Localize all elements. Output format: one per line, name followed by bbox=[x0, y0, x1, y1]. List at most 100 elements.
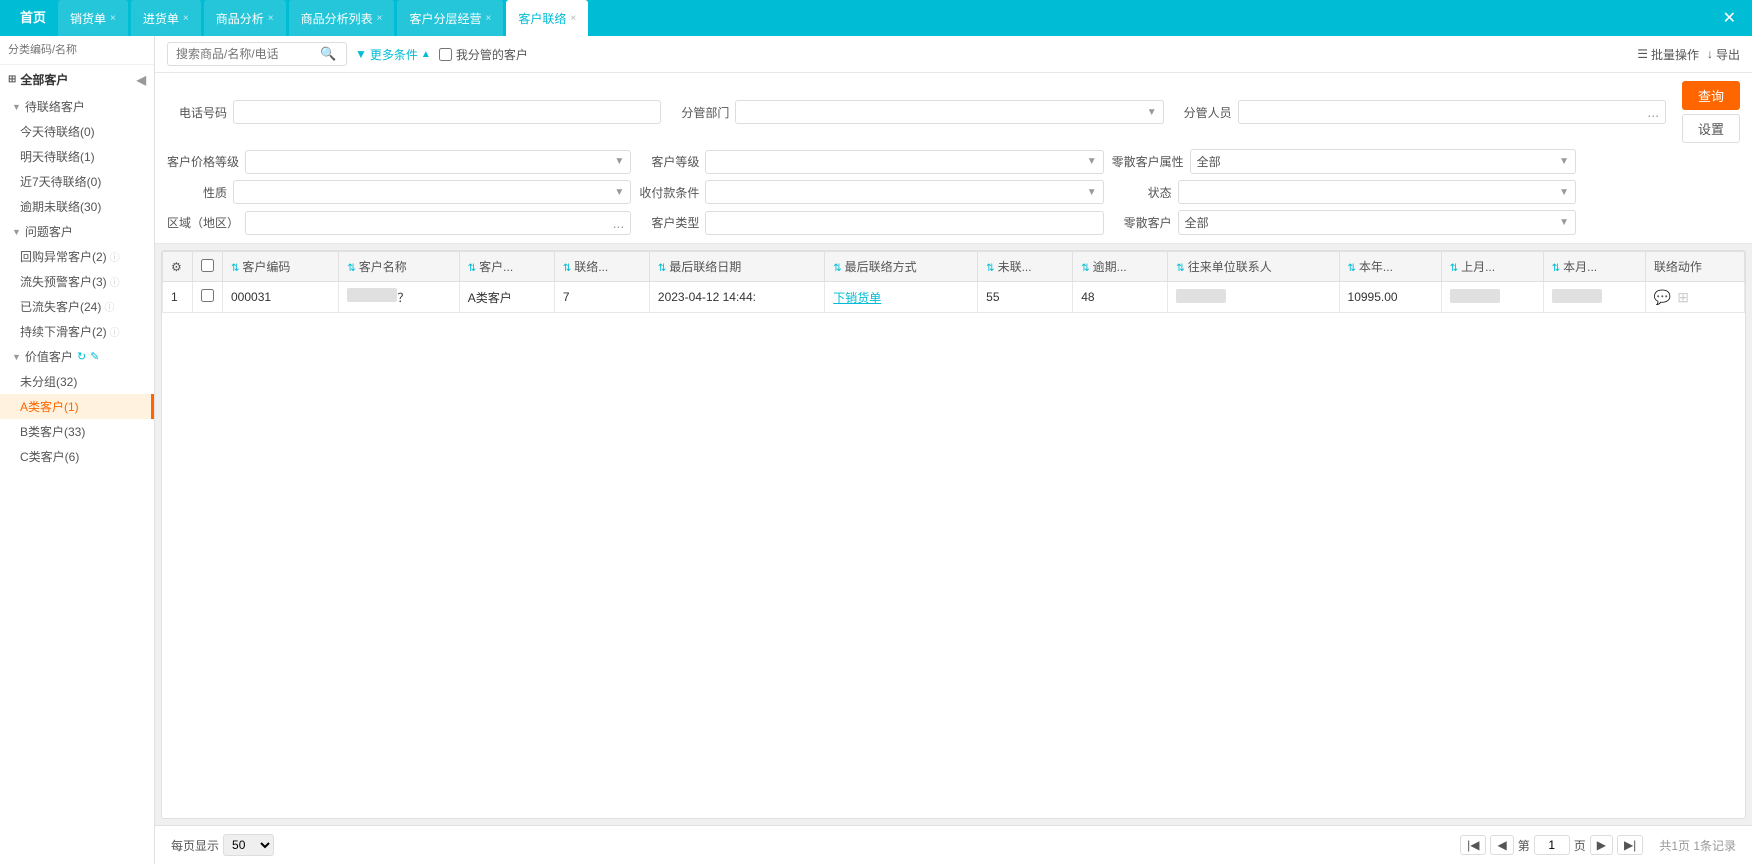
group-value-refresh[interactable]: ↻ bbox=[77, 350, 86, 363]
th-gear[interactable]: ⚙ bbox=[163, 252, 193, 282]
pagination-bar: 每页显示 20 50 100 |◀ ◀ 第 页 ▶ ▶| 共1页 1条记录 bbox=[155, 825, 1752, 864]
th-last-date: ⇅最后联络日期 bbox=[649, 252, 824, 282]
unit-contact-blur bbox=[1176, 289, 1226, 303]
sidebar-item-lostwarning-label: 流失预警客户(3) bbox=[20, 273, 107, 290]
row-checkbox[interactable] bbox=[201, 289, 214, 302]
tab-customer-tier-close[interactable]: × bbox=[485, 13, 491, 24]
sort-type-icon[interactable]: ⇅ bbox=[468, 263, 476, 274]
group-waiting-label[interactable]: ▼ 待联络客户 bbox=[0, 94, 154, 119]
sidebar-item-c-class[interactable]: C类客户(6) bbox=[0, 444, 154, 469]
filter-staff-select[interactable]: ... bbox=[1238, 100, 1666, 124]
td-checkbox[interactable] bbox=[193, 282, 223, 313]
window-close-button[interactable]: ✕ bbox=[1715, 8, 1744, 28]
filter-price-level-label: 客户价格等级 bbox=[167, 153, 239, 170]
next-page-button[interactable]: ▶ bbox=[1590, 835, 1613, 855]
sidebar-item-tomorrow[interactable]: 明天待联络(1) bbox=[0, 144, 154, 169]
chat-icon[interactable]: 💬 bbox=[1654, 289, 1671, 306]
filter-search-icon[interactable]: 🔍 bbox=[320, 46, 336, 62]
sort-overdue-icon[interactable]: ⇅ bbox=[1081, 263, 1089, 274]
sort-code-icon[interactable]: ⇅ bbox=[231, 263, 239, 274]
group-value-label[interactable]: ▼ 价值客户 ↻ ✎ bbox=[0, 344, 154, 369]
tab-customer-contact-close[interactable]: × bbox=[570, 13, 576, 24]
name-blur bbox=[347, 288, 397, 302]
tab-sales[interactable]: 销货单 × bbox=[58, 0, 128, 36]
filter-region-select[interactable]: ... bbox=[245, 211, 631, 235]
sidebar: 🔍 ⊞ 全部客户 ◀ ▼ 待联络客户 今天待联络(0) 明天待联络(1) 近7天… bbox=[0, 36, 155, 864]
my-customers-checkbox-label[interactable]: 我分管的客户 bbox=[439, 46, 528, 63]
th-checkbox[interactable] bbox=[193, 252, 223, 282]
sort-unit-contact-icon[interactable]: ⇅ bbox=[1176, 263, 1184, 274]
group-problem-label[interactable]: ▼ 问题客户 bbox=[0, 219, 154, 244]
filter-retail-attr-select[interactable]: 全部 ▼ bbox=[1190, 149, 1576, 174]
sort-last-date-icon[interactable]: ⇅ bbox=[658, 263, 666, 274]
tab-product-analysis-list-close[interactable]: × bbox=[377, 13, 383, 24]
td-this-month bbox=[1543, 282, 1645, 313]
filter-funnel-icon: ▼ bbox=[355, 47, 367, 61]
page-size-select[interactable]: 20 50 100 bbox=[223, 834, 274, 856]
sidebar-item-declining[interactable]: 持续下滑客户(2) ⓘ bbox=[0, 319, 154, 344]
filter-payment-select[interactable]: ▼ bbox=[705, 180, 1103, 204]
filter-price-level-select[interactable]: ▼ bbox=[245, 150, 631, 174]
tab-purchase[interactable]: 进货单 × bbox=[131, 0, 201, 36]
sort-contact-icon[interactable]: ⇅ bbox=[563, 263, 571, 274]
sidebar-item-a-class[interactable]: A类客户(1) bbox=[0, 394, 154, 419]
sidebar-item-overdue[interactable]: 逾期未联络(30) bbox=[0, 194, 154, 219]
filter-nature-select[interactable]: ▼ bbox=[233, 180, 631, 204]
tab-product-analysis-list[interactable]: 商品分析列表 × bbox=[289, 0, 395, 36]
sidebar-item-lost[interactable]: 已流失客户(24) ⓘ bbox=[0, 294, 154, 319]
tab-sales-close[interactable]: × bbox=[110, 13, 116, 24]
sidebar-search-input[interactable] bbox=[8, 44, 150, 56]
sort-this-year-icon[interactable]: ⇅ bbox=[1348, 263, 1356, 274]
filter-payment: 收付款条件 ▼ bbox=[639, 180, 1103, 204]
sidebar-item-abnormal[interactable]: 回购异常客户(2) ⓘ bbox=[0, 244, 154, 269]
tab-product-analysis[interactable]: 商品分析 × bbox=[204, 0, 286, 36]
sidebar-item-lostwarning[interactable]: 流失预警客户(3) ⓘ bbox=[0, 269, 154, 294]
filter-row-4: 区域（地区） ... 客户类型 零散客户 全部 ▼ bbox=[167, 210, 1740, 235]
my-customers-checkbox[interactable] bbox=[439, 48, 452, 61]
filter-price-level: 客户价格等级 ▼ bbox=[167, 150, 631, 174]
settings-button[interactable]: 设置 bbox=[1682, 114, 1740, 143]
tab-customer-tier[interactable]: 客户分层经营 × bbox=[397, 0, 503, 36]
query-button[interactable]: 查询 bbox=[1682, 81, 1740, 110]
filter-customer-level-select[interactable]: ▼ bbox=[705, 150, 1103, 174]
sort-this-month-icon[interactable]: ⇅ bbox=[1552, 263, 1560, 274]
group-waiting-text: 待联络客户 bbox=[25, 98, 85, 115]
current-page-input[interactable] bbox=[1534, 835, 1570, 855]
more-filter-button[interactable]: ▼ 更多条件 ▲ bbox=[355, 46, 431, 63]
sort-last-method-icon[interactable]: ⇅ bbox=[833, 263, 841, 274]
filter-staff-label: 分管人员 bbox=[1172, 104, 1232, 121]
prev-page-button[interactable]: ◀ bbox=[1490, 835, 1513, 855]
filter-customer-type-select[interactable] bbox=[705, 211, 1103, 235]
filter-dept-select[interactable]: ▼ bbox=[735, 100, 1163, 124]
filter-phone-input[interactable] bbox=[233, 100, 661, 124]
filter-phone-label: 电话号码 bbox=[167, 104, 227, 121]
tab-purchase-close[interactable]: × bbox=[183, 13, 189, 24]
sidebar-item-tomorrow-label: 明天待联络(1) bbox=[20, 148, 95, 165]
all-customers-header[interactable]: ⊞ 全部客户 ◀ bbox=[0, 65, 154, 94]
last-method-link[interactable]: 下销货单 bbox=[833, 291, 881, 305]
qr-icon[interactable]: ⊞ bbox=[1677, 289, 1689, 306]
filter-status-select[interactable]: ▼ bbox=[1178, 180, 1576, 204]
tab-product-analysis-close[interactable]: × bbox=[268, 13, 274, 24]
th-last-date-label: 最后联络日期 bbox=[669, 260, 741, 274]
batch-op-button[interactable]: ☰ 批量操作 bbox=[1637, 46, 1699, 63]
sidebar-collapse-button[interactable]: ◀ bbox=[137, 73, 146, 87]
sort-last-month-icon[interactable]: ⇅ bbox=[1450, 263, 1458, 274]
th-last-method: ⇅最后联络方式 bbox=[825, 252, 978, 282]
filter-retail2-select[interactable]: 全部 ▼ bbox=[1178, 210, 1576, 235]
sort-no-contact-icon[interactable]: ⇅ bbox=[986, 263, 994, 274]
sidebar-item-7days[interactable]: 近7天待联络(0) bbox=[0, 169, 154, 194]
first-page-button[interactable]: |◀ bbox=[1460, 835, 1486, 855]
sidebar-item-today[interactable]: 今天待联络(0) bbox=[0, 119, 154, 144]
sidebar-item-b-class[interactable]: B类客户(33) bbox=[0, 419, 154, 444]
filter-search-input[interactable] bbox=[176, 47, 316, 61]
export-button[interactable]: ↓ 导出 bbox=[1707, 46, 1740, 63]
group-value-edit[interactable]: ✎ bbox=[90, 350, 99, 363]
sidebar-item-ungroup[interactable]: 未分组(32) bbox=[0, 369, 154, 394]
filter-retail-attr-caret: ▼ bbox=[1559, 156, 1569, 167]
last-page-button[interactable]: ▶| bbox=[1617, 835, 1643, 855]
select-all-checkbox[interactable] bbox=[201, 259, 214, 272]
home-tab[interactable]: 首页 bbox=[8, 0, 58, 36]
tab-customer-contact[interactable]: 客户联络 × bbox=[506, 0, 588, 36]
sort-name-icon[interactable]: ⇅ bbox=[347, 263, 355, 274]
